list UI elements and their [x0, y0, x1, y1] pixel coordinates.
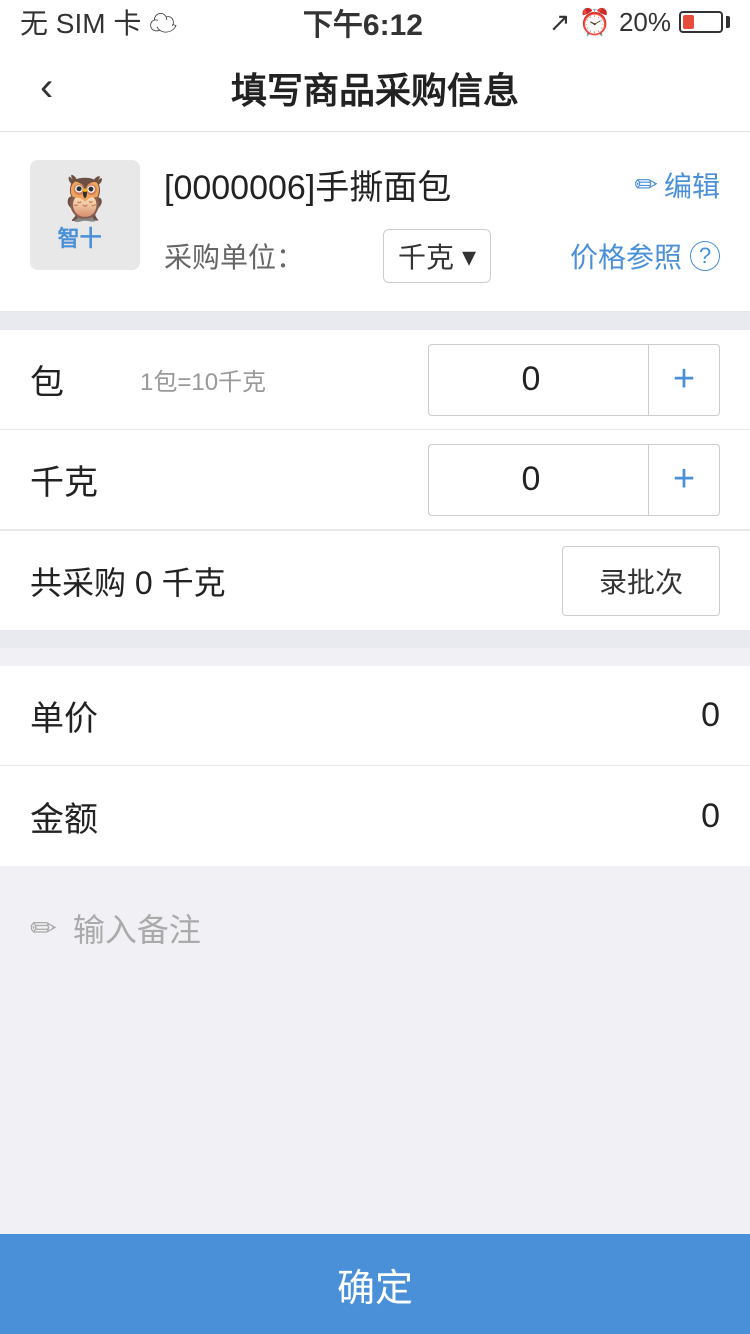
edit-label: 编辑: [664, 165, 720, 205]
section-divider-1: [0, 312, 750, 330]
price-section: 单价 0 金额 0: [0, 666, 750, 866]
purchase-unit-row: 采购单位： 千克 ▾ 价格参照 ?: [164, 229, 720, 283]
product-logo: 🦉 智十: [30, 160, 140, 270]
kg-input-right: +: [428, 444, 720, 516]
unit-label: 千克: [398, 236, 454, 276]
pencil-icon: ✏: [30, 909, 57, 947]
nav-bar: ‹ 填写商品采购信息: [0, 44, 750, 132]
amount-value: 0: [701, 797, 720, 836]
battery-icon: [679, 11, 730, 33]
price-ref-button[interactable]: 价格参照 ?: [570, 236, 720, 276]
status-time: 下午6:12: [303, 0, 423, 44]
record-batch-button[interactable]: 录批次: [562, 546, 720, 616]
edit-button[interactable]: ✏ 编辑: [635, 165, 720, 205]
kg-input-row: 千克 +: [0, 430, 750, 530]
sim-label: 无 SIM 卡 ☁: [20, 2, 177, 42]
product-name: [0000006]手撕面包: [164, 160, 451, 209]
bag-plus-button[interactable]: +: [648, 344, 720, 416]
confirm-button[interactable]: 确定: [0, 1234, 750, 1334]
bag-input-row: 包 1包=10千克 +: [0, 330, 750, 430]
chevron-down-icon: ▾: [462, 240, 476, 273]
unit-price-row: 单价 0: [0, 666, 750, 766]
product-name-row: [0000006]手撕面包 ✏ 编辑: [164, 160, 720, 209]
bag-input-right: +: [428, 344, 720, 416]
battery-percentage: 20%: [619, 7, 671, 38]
section-divider-2: [0, 630, 750, 648]
kg-label: 千克: [30, 455, 130, 504]
remark-placeholder: 输入备注: [73, 905, 201, 951]
remark-section[interactable]: ✏ 输入备注: [0, 868, 750, 988]
purchase-unit-label: 采购单位：: [164, 236, 304, 276]
bag-quantity-input[interactable]: [428, 344, 648, 416]
product-info: [0000006]手撕面包 ✏ 编辑 采购单位： 千克 ▾ 价格参照 ?: [164, 160, 720, 283]
bag-sublabel: 1包=10千克: [140, 362, 428, 397]
amount-label: 金额: [30, 792, 98, 841]
product-card: 🦉 智十 [0000006]手撕面包 ✏ 编辑 采购单位： 千克 ▾ 价格参照 …: [0, 132, 750, 312]
location-icon: ↗: [549, 7, 571, 38]
total-row: 共采购 0 千克 录批次: [0, 530, 750, 630]
back-button[interactable]: ‹: [30, 55, 63, 120]
kg-quantity-input[interactable]: [428, 444, 648, 516]
page-title: 填写商品采购信息: [231, 62, 519, 114]
amount-row: 金额 0: [0, 766, 750, 866]
status-bar: 无 SIM 卡 ☁ 下午6:12 ↗ ⏰ 20%: [0, 0, 750, 44]
status-right: ↗ ⏰ 20%: [549, 7, 730, 38]
kg-plus-button[interactable]: +: [648, 444, 720, 516]
bag-label: 包: [30, 355, 130, 404]
total-label: 共采购 0 千克: [30, 558, 226, 604]
unit-price-label: 单价: [30, 691, 98, 740]
alarm-icon: ⏰: [579, 7, 611, 38]
price-ref-label: 价格参照: [570, 236, 682, 276]
status-left: 无 SIM 卡 ☁: [20, 2, 177, 42]
edit-icon: ✏: [635, 168, 658, 201]
input-section: 包 1包=10千克 + 千克 + 共采购 0 千克 录批次: [0, 330, 750, 630]
question-icon: ?: [690, 241, 720, 271]
unit-select[interactable]: 千克 ▾: [383, 229, 491, 283]
unit-price-value: 0: [701, 696, 720, 735]
